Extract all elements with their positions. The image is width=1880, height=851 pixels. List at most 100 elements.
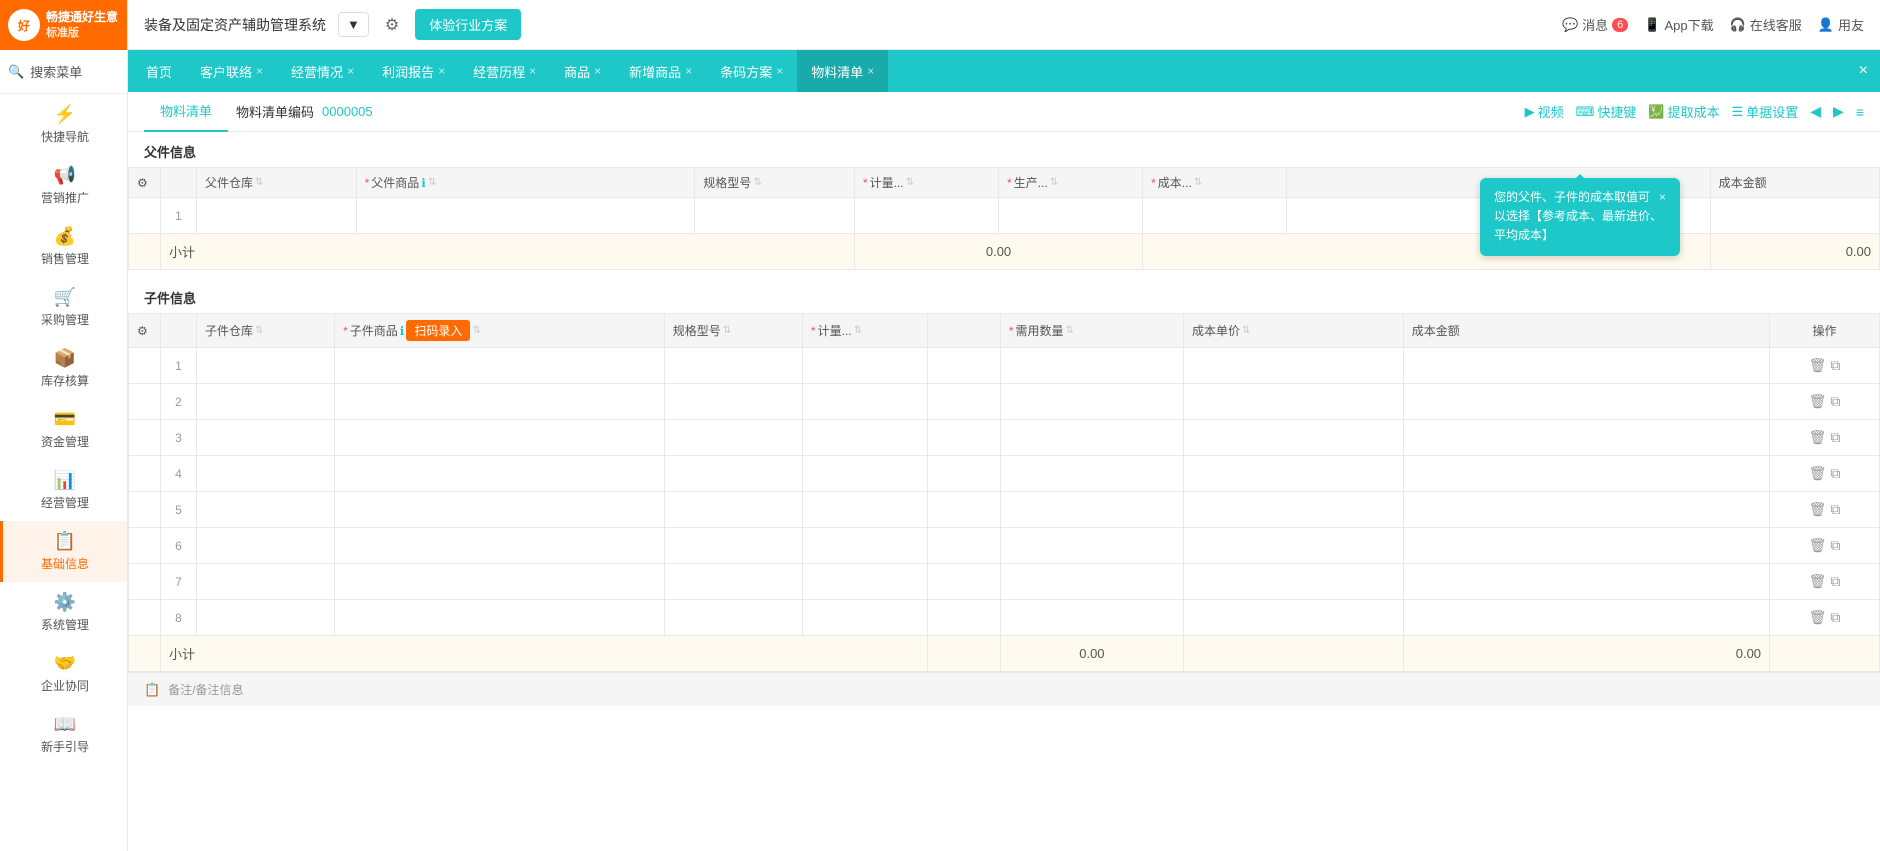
child-settings-col-header[interactable]: ⚙ xyxy=(129,314,161,348)
shortcut-button[interactable]: ⌨ 快捷键 xyxy=(1576,102,1637,121)
close-icon[interactable]: × xyxy=(594,64,601,78)
scan-input-button[interactable]: 扫码录入 xyxy=(406,320,470,341)
tab-operations-status[interactable]: 经营情况 × xyxy=(277,50,368,92)
child-unit-price-col-header[interactable]: 成本单价⇅ xyxy=(1183,314,1403,348)
child-qty-cell[interactable] xyxy=(1000,384,1183,420)
child-unit-cell[interactable] xyxy=(802,492,927,528)
child-unit-cell[interactable] xyxy=(802,348,927,384)
tab-home[interactable]: 首页 xyxy=(132,50,186,92)
sidebar-item-sales[interactable]: 💰 销售管理 xyxy=(0,216,127,277)
child-warehouse-cell[interactable] xyxy=(197,564,335,600)
copy-icon[interactable]: ⧉ xyxy=(1830,465,1840,482)
parent-spec-col-header[interactable]: 规格型号⇅ xyxy=(695,168,855,198)
sidebar-item-guide[interactable]: 📖 新手引导 xyxy=(0,704,127,765)
online-service-button[interactable]: 🎧 在线客服 xyxy=(1730,15,1802,34)
copy-icon[interactable]: ⧉ xyxy=(1830,501,1840,518)
child-warehouse-cell[interactable] xyxy=(197,492,335,528)
child-qty-cell[interactable] xyxy=(1000,456,1183,492)
trial-button[interactable]: 体验行业方案 xyxy=(415,9,521,40)
close-icon[interactable]: × xyxy=(529,64,536,78)
parent-goods-col-header[interactable]: * 父件商品 ℹ ⇅ xyxy=(356,168,695,198)
child-unit-price-cell[interactable] xyxy=(1183,600,1403,636)
child-unit-cell[interactable] xyxy=(802,420,927,456)
expand-button[interactable]: ≡ xyxy=(1856,104,1864,120)
sidebar-item-basic-info[interactable]: 📋 基础信息 xyxy=(0,521,127,582)
child-qty-cell[interactable] xyxy=(1000,348,1183,384)
delete-icon[interactable]: 🗑 xyxy=(1809,609,1827,626)
tab-bom[interactable]: 物料清单 × xyxy=(797,50,888,92)
parent-warehouse-col-header[interactable]: 父件仓库⇅ xyxy=(197,168,357,198)
delete-icon[interactable]: 🗑 xyxy=(1809,465,1827,482)
parent-cost-cell[interactable] xyxy=(1143,198,1287,234)
child-qty-cell[interactable] xyxy=(1000,420,1183,456)
app-download-button[interactable]: 📱 App下载 xyxy=(1644,15,1713,34)
close-icon[interactable]: × xyxy=(867,64,874,78)
search-menu-button[interactable]: 🔍 搜索菜单 xyxy=(8,58,119,85)
child-unit-price-cell[interactable] xyxy=(1183,492,1403,528)
child-goods-cell[interactable] xyxy=(335,564,665,600)
parent-produce-col-header[interactable]: * 生产... ⇅ xyxy=(999,168,1143,198)
child-unit-price-cell[interactable] xyxy=(1183,348,1403,384)
parent-unit-cell[interactable] xyxy=(854,198,998,234)
parent-unit-col-header[interactable]: * 计量... ⇅ xyxy=(854,168,998,198)
close-icon[interactable]: × xyxy=(776,64,783,78)
child-spec-cell[interactable] xyxy=(664,420,802,456)
child-unit-col-header[interactable]: * 计量... ⇅ xyxy=(802,314,927,348)
delete-icon[interactable]: 🗑 xyxy=(1809,393,1827,410)
child-unit-price-cell[interactable] xyxy=(1183,564,1403,600)
child-goods-col-header[interactable]: * 子件商品 ℹ 扫码录入 ⇅ xyxy=(335,314,665,348)
nav-prev-button[interactable]: ◀ xyxy=(1810,103,1821,120)
delete-icon[interactable]: 🗑 xyxy=(1809,357,1827,374)
child-spec-cell[interactable] xyxy=(664,384,802,420)
sidebar-search[interactable]: 🔍 搜索菜单 xyxy=(0,50,127,94)
copy-icon[interactable]: ⧉ xyxy=(1830,393,1840,410)
sidebar-item-operations[interactable]: 📊 经营管理 xyxy=(0,460,127,521)
child-qty-cell[interactable] xyxy=(1000,564,1183,600)
close-icon[interactable]: × xyxy=(256,64,263,78)
view-video-button[interactable]: ▶ 视频 xyxy=(1525,102,1564,121)
child-warehouse-cell[interactable] xyxy=(197,600,335,636)
user-menu-button[interactable]: 👤 用友 xyxy=(1818,15,1864,34)
sidebar-item-enterprise[interactable]: 🤝 企业协同 xyxy=(0,643,127,704)
close-icon[interactable]: × xyxy=(685,64,692,78)
sidebar-item-system[interactable]: ⚙️ 系统管理 xyxy=(0,582,127,643)
settings-gear-button[interactable]: ⚙ xyxy=(381,11,403,39)
copy-icon[interactable]: ⧉ xyxy=(1830,573,1840,590)
sidebar-item-inventory[interactable]: 📦 库存核算 xyxy=(0,338,127,399)
delete-icon[interactable]: 🗑 xyxy=(1809,537,1827,554)
parent-cost-col-header[interactable]: * 成本... ⇅ xyxy=(1143,168,1287,198)
child-unit-cell[interactable] xyxy=(802,456,927,492)
child-goods-cell[interactable] xyxy=(335,456,665,492)
parent-spec-cell[interactable] xyxy=(695,198,855,234)
child-warehouse-cell[interactable] xyxy=(197,456,335,492)
parent-warehouse-cell[interactable] xyxy=(197,198,357,234)
parent-goods-cell[interactable] xyxy=(356,198,695,234)
child-spec-cell[interactable] xyxy=(664,600,802,636)
copy-icon[interactable]: ⧉ xyxy=(1830,429,1840,446)
tooltip-close-button[interactable]: × xyxy=(1659,188,1666,207)
close-all-tabs-button[interactable]: × xyxy=(1851,62,1876,80)
copy-icon[interactable]: ⧉ xyxy=(1830,537,1840,554)
single-settings-button[interactable]: ☰ 单据设置 xyxy=(1732,102,1799,121)
child-unit-price-cell[interactable] xyxy=(1183,420,1403,456)
tab-goods[interactable]: 商品 × xyxy=(550,50,615,92)
child-spec-cell[interactable] xyxy=(664,564,802,600)
tab-new-goods[interactable]: 新增商品 × xyxy=(615,50,706,92)
child-unit-price-cell[interactable] xyxy=(1183,384,1403,420)
nav-next-button[interactable]: ▶ xyxy=(1833,103,1844,120)
child-spec-cell[interactable] xyxy=(664,492,802,528)
messages-button[interactable]: 💬 消息 6 xyxy=(1562,15,1628,34)
child-goods-cell[interactable] xyxy=(335,600,665,636)
sidebar-item-quick-nav[interactable]: ⚡ 快捷导航 xyxy=(0,94,127,155)
subtab-bom-list[interactable]: 物料清单 xyxy=(144,92,228,132)
tab-customer[interactable]: 客户联络 × xyxy=(186,50,277,92)
close-icon[interactable]: × xyxy=(347,64,354,78)
child-qty-col-header[interactable]: * 需用数量 ⇅ xyxy=(1000,314,1183,348)
copy-icon[interactable]: ⧉ xyxy=(1830,609,1840,626)
child-spec-cell[interactable] xyxy=(664,456,802,492)
child-spec-cell[interactable] xyxy=(664,348,802,384)
child-qty-cell[interactable] xyxy=(1000,528,1183,564)
child-goods-cell[interactable] xyxy=(335,420,665,456)
child-spec-cell[interactable] xyxy=(664,528,802,564)
extract-cost-button[interactable]: 💹 提取成本 xyxy=(1648,102,1719,121)
